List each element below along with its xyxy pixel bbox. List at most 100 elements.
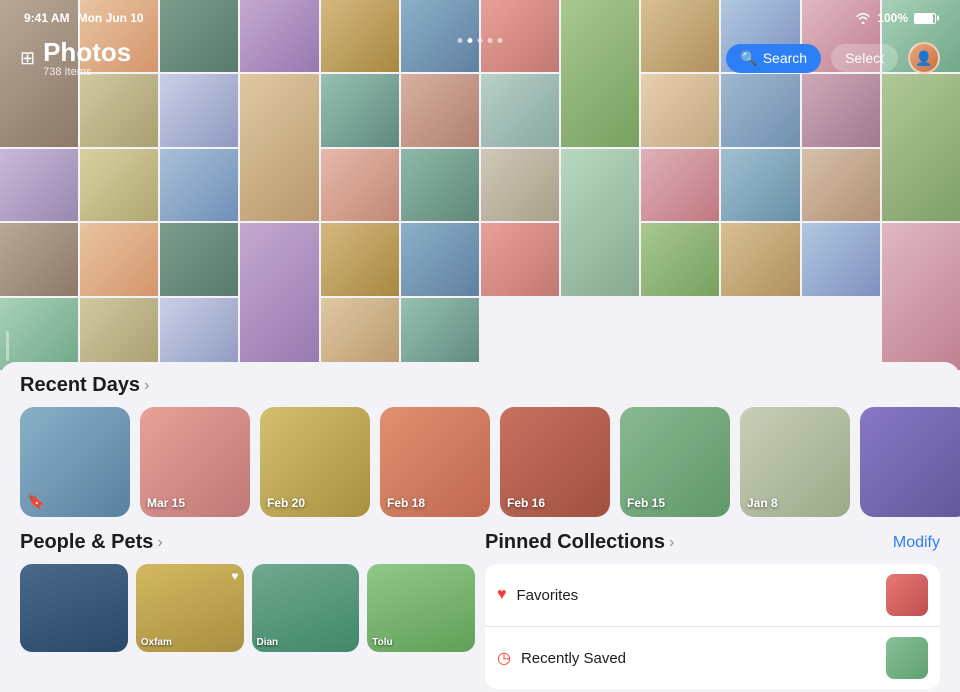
photo-cell[interactable] — [80, 298, 158, 370]
people-thumbs: ♥Oxfam Dian Tolu — [20, 564, 475, 652]
photo-cell[interactable] — [240, 74, 318, 221]
two-col-section: People & Pets › ♥Oxfam Dian Tolu Pinned Co… — [0, 517, 960, 689]
recent-day-thumb[interactable] — [860, 407, 960, 517]
photo-cell[interactable] — [401, 223, 479, 295]
day-label: Jan 8 — [747, 496, 778, 510]
pinned-collection-icon: ♥ — [497, 586, 507, 604]
dot-1 — [458, 38, 463, 43]
photo-cell[interactable] — [80, 223, 158, 295]
date: Mon Jun 10 — [78, 11, 144, 25]
nav-right: 🔍 Search Select 👤 — [726, 42, 940, 74]
people-pets-title: People & Pets — [20, 531, 153, 554]
photo-cell[interactable] — [721, 74, 799, 146]
photo-cell[interactable] — [481, 74, 559, 146]
dot-5 — [498, 38, 503, 43]
photo-cell[interactable] — [160, 223, 238, 295]
search-label: Search — [763, 50, 807, 66]
photo-cell[interactable] — [882, 74, 960, 221]
battery-percent: 100% — [877, 11, 908, 25]
people-pets-arrow[interactable]: › — [157, 534, 162, 552]
dot-2 — [468, 38, 473, 43]
battery-icon — [914, 13, 936, 24]
pinned-collection-thumb — [886, 574, 928, 616]
photo-cell[interactable] — [80, 74, 158, 146]
pinned-collection-thumb — [886, 637, 928, 679]
people-pets-header: People & Pets › — [20, 531, 475, 554]
status-bar: 9:41 AM Mon Jun 10 100% — [0, 0, 960, 36]
photo-cell[interactable] — [321, 149, 399, 221]
recent-day-thumb[interactable]: Feb 15 — [620, 407, 730, 517]
wifi-icon — [855, 12, 871, 24]
select-button[interactable]: Select — [831, 44, 898, 72]
photo-cell[interactable] — [321, 74, 399, 146]
photo-cell[interactable] — [802, 74, 880, 146]
battery-fill — [915, 14, 933, 23]
avatar-icon: 👤 — [915, 50, 932, 67]
pinned-collections-title: Pinned Collections — [485, 531, 665, 554]
drag-handle — [6, 331, 9, 361]
dot-4 — [488, 38, 493, 43]
pinned-collection-name: Recently Saved — [521, 650, 876, 667]
recent-days-scroll[interactable]: 🔖Mar 15Feb 20Feb 18 Feb 16 Feb 15 Jan 8 — [0, 407, 960, 517]
grid-view-icon[interactable]: ⊞ — [20, 48, 35, 69]
photo-cell[interactable] — [401, 149, 479, 221]
photo-cell[interactable] — [721, 149, 799, 221]
page-title: Photos — [43, 39, 131, 65]
search-button[interactable]: 🔍 Search — [726, 44, 821, 73]
pinned-list: ♥Favorites ◷ Recently Saved — [485, 564, 940, 689]
pinned-collection-item[interactable]: ♥Favorites — [485, 564, 940, 626]
photo-cell[interactable] — [561, 149, 639, 296]
day-label: Feb 16 — [507, 496, 545, 510]
photo-cell[interactable] — [240, 223, 318, 370]
modify-button[interactable]: Modify — [893, 534, 940, 552]
photo-cell[interactable] — [401, 298, 479, 370]
person-thumb[interactable]: Tolu — [367, 564, 475, 652]
status-left: 9:41 AM Mon Jun 10 — [24, 11, 144, 25]
photo-cell[interactable] — [160, 298, 238, 370]
pinned-collection-icon: ◷ — [497, 648, 511, 668]
photo-cell[interactable] — [882, 223, 960, 370]
recent-day-thumb[interactable]: Mar 15 — [140, 407, 250, 517]
photo-cell[interactable] — [401, 74, 479, 146]
photo-cell[interactable] — [721, 223, 799, 295]
nav-title-area: Photos 738 Items — [43, 39, 131, 78]
recent-day-thumb[interactable]: 🔖 — [20, 407, 130, 517]
pinned-collections-arrow[interactable]: › — [669, 534, 674, 552]
recent-day-thumb[interactable]: Feb 18 — [380, 407, 490, 517]
person-name-label: Dian — [257, 637, 279, 648]
photo-cell[interactable] — [481, 223, 559, 295]
photo-cell[interactable] — [641, 223, 719, 295]
photo-cell[interactable] — [0, 223, 78, 295]
photo-cell[interactable] — [641, 74, 719, 146]
recent-day-thumb[interactable]: Feb 16 — [500, 407, 610, 517]
photo-cell[interactable] — [160, 149, 238, 221]
nav-left: ⊞ Photos 738 Items — [20, 39, 131, 78]
item-count: 738 Items — [43, 66, 131, 78]
photo-cell[interactable] — [321, 223, 399, 295]
photo-cell[interactable] — [481, 149, 559, 221]
photo-cell[interactable] — [321, 298, 399, 370]
person-thumb[interactable]: Dian — [252, 564, 360, 652]
recent-days-arrow[interactable]: › — [144, 377, 149, 395]
photo-cell[interactable] — [160, 74, 238, 146]
person-thumb[interactable] — [20, 564, 128, 652]
person-name-label: Tolu — [372, 637, 392, 648]
recent-day-thumb[interactable]: Feb 20 — [260, 407, 370, 517]
photo-cell[interactable] — [0, 149, 78, 221]
time: 9:41 AM — [24, 11, 70, 25]
photo-cell[interactable] — [0, 298, 78, 370]
avatar[interactable]: 👤 — [908, 42, 940, 74]
battery-nub — [937, 16, 939, 21]
photo-cell[interactable] — [641, 149, 719, 221]
recent-day-thumb[interactable]: Jan 8 — [740, 407, 850, 517]
dot-3 — [478, 38, 483, 43]
search-icon: 🔍 — [740, 50, 757, 67]
pinned-collections-header: Pinned Collections › Modify — [485, 531, 940, 554]
pinned-collection-item[interactable]: ◷ Recently Saved — [485, 626, 940, 689]
person-thumb[interactable]: ♥Oxfam — [136, 564, 244, 652]
status-right: 100% — [855, 11, 936, 25]
photo-cell[interactable] — [802, 149, 880, 221]
grid-dots — [458, 38, 503, 43]
photo-cell[interactable] — [802, 223, 880, 295]
photo-cell[interactable] — [80, 149, 158, 221]
